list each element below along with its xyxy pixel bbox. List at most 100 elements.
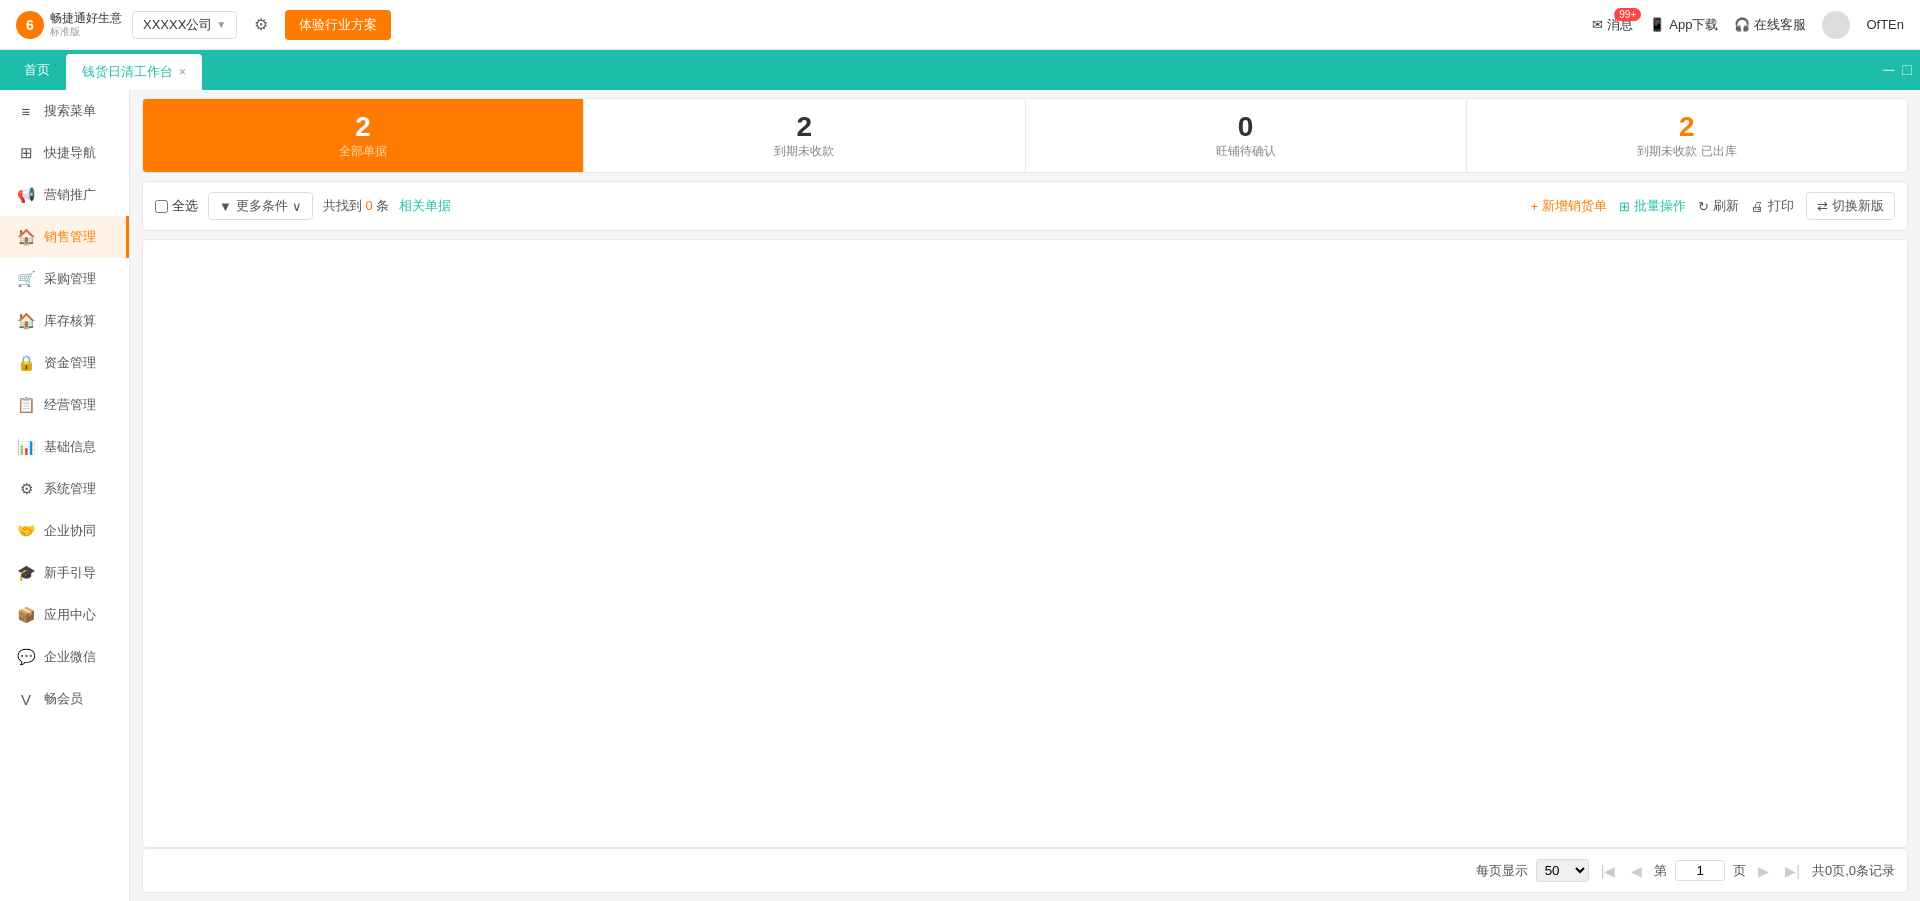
switch-new-version-button[interactable]: ⇄ 切换新版 <box>1806 192 1895 220</box>
per-page-select[interactable]: 10 20 50 100 <box>1536 859 1589 882</box>
sidebar-item-system[interactable]: ⚙ 系统管理 <box>0 468 129 510</box>
sidebar-guide-label: 新手引导 <box>44 564 96 582</box>
refresh-button[interactable]: ↻ 刷新 <box>1698 197 1739 215</box>
current-page-input[interactable] <box>1675 860 1725 881</box>
experience-button[interactable]: 体验行业方案 <box>285 10 391 40</box>
sales-icon: 🏠 <box>16 228 36 246</box>
sidebar-item-operation[interactable]: 📋 经营管理 <box>0 384 129 426</box>
sidebar-operation-label: 经营管理 <box>44 396 96 414</box>
add-sale-label: 新增销货单 <box>1542 197 1607 215</box>
print-label: 打印 <box>1768 197 1794 215</box>
page-label: 第 <box>1654 862 1667 880</box>
page-unit: 页 <box>1733 862 1746 880</box>
sidebar-item-purchase[interactable]: 🛒 采购管理 <box>0 258 129 300</box>
stats-bar: 2 全部单据 2 到期未收款 0 旺铺待确认 2 到期未收款 已出库 <box>142 98 1908 173</box>
pagination-bar: 每页显示 10 20 50 100 |◀ ◀ 第 页 ▶ ▶| 共0页,0条记录 <box>142 848 1908 893</box>
app-download-button[interactable]: 📱 App下载 <box>1649 16 1718 34</box>
app-name: 畅捷通好生意 <box>50 11 122 25</box>
sidebar-item-finance[interactable]: 🔒 资金管理 <box>0 342 129 384</box>
sidebar-finance-label: 资金管理 <box>44 354 96 372</box>
sidebar-item-basic-info[interactable]: 📊 基础信息 <box>0 426 129 468</box>
header-left: 6 畅捷通好生意 标准版 XXXXX公司 ▼ ⚙ 体验行业方案 <box>16 10 391 40</box>
select-all-input[interactable] <box>155 200 168 213</box>
tab-active-label: 钱货日清工作台 <box>82 63 173 81</box>
sidebar-system-label: 系统管理 <box>44 480 96 498</box>
table-area <box>142 239 1908 848</box>
sidebar-item-search[interactable]: ≡ 搜索菜单 <box>0 90 129 132</box>
stat-overdue-number: 2 <box>600 111 1008 143</box>
select-all-checkbox[interactable]: 全选 <box>155 197 198 215</box>
sidebar-item-inventory[interactable]: 🏠 库存核算 <box>0 300 129 342</box>
tab-home[interactable]: 首页 <box>8 50 66 90</box>
company-name: XXXXX公司 <box>143 16 212 34</box>
filter-button[interactable]: ▼ 更多条件 ∨ <box>208 192 313 220</box>
message-button[interactable]: ✉ 消息 99+ <box>1592 16 1633 34</box>
sidebar-item-member[interactable]: V 畅会员 <box>0 678 129 720</box>
company-selector[interactable]: XXXXX公司 ▼ <box>132 11 237 39</box>
sidebar-item-guide[interactable]: 🎓 新手引导 <box>0 552 129 594</box>
tab-close-icon[interactable]: × <box>179 65 186 79</box>
quick-nav-icon: ⊞ <box>16 144 36 162</box>
related-link[interactable]: 相关单据 <box>399 197 451 215</box>
avatar[interactable] <box>1822 11 1850 39</box>
content-area: 2 全部单据 2 到期未收款 0 旺铺待确认 2 到期未收款 已出库 全选 <box>130 90 1920 901</box>
batch-operation-button[interactable]: ⊞ 批量操作 <box>1619 197 1686 215</box>
sidebar-item-marketing[interactable]: 📢 营销推广 <box>0 174 129 216</box>
logo-area: 6 畅捷通好生意 标准版 <box>16 11 122 39</box>
purchase-icon: 🛒 <box>16 270 36 288</box>
top-header: 6 畅捷通好生意 标准版 XXXXX公司 ▼ ⚙ 体验行业方案 ✉ 消息 99+… <box>0 0 1920 50</box>
stat-card-all[interactable]: 2 全部单据 <box>143 99 584 172</box>
sidebar-item-sales[interactable]: 🏠 销售管理 <box>0 216 129 258</box>
table-empty-state <box>143 240 1907 847</box>
first-page-button[interactable]: |◀ <box>1597 861 1620 881</box>
sidebar-item-app-center[interactable]: 📦 应用中心 <box>0 594 129 636</box>
select-all-label: 全选 <box>172 197 198 215</box>
add-sale-button[interactable]: + 新增销货单 <box>1530 197 1607 215</box>
search-icon: ≡ <box>16 103 36 120</box>
sidebar-item-enterprise[interactable]: 🤝 企业协同 <box>0 510 129 552</box>
wechat-icon: 💬 <box>16 648 36 666</box>
refresh-label: 刷新 <box>1713 197 1739 215</box>
stat-shipped-number: 2 <box>1483 111 1891 143</box>
last-page-button[interactable]: ▶| <box>1781 861 1804 881</box>
sidebar-item-wechat[interactable]: 💬 企业微信 <box>0 636 129 678</box>
sidebar-sales-label: 销售管理 <box>44 228 96 246</box>
sidebar-basic-info-label: 基础信息 <box>44 438 96 456</box>
print-icon: 🖨 <box>1751 199 1764 214</box>
tab-active[interactable]: 钱货日清工作台 × <box>66 54 202 90</box>
sidebar-app-center-label: 应用中心 <box>44 606 96 624</box>
per-page-label: 每页显示 <box>1476 862 1528 880</box>
next-page-button[interactable]: ▶ <box>1754 861 1773 881</box>
print-button[interactable]: 🖨 打印 <box>1751 197 1794 215</box>
total-pages-text: 共0页,0条记录 <box>1812 862 1895 880</box>
settings-button[interactable]: ⚙ <box>247 11 275 39</box>
marketing-icon: 📢 <box>16 186 36 204</box>
batch-label: 批量操作 <box>1634 197 1686 215</box>
found-text: 共找到 0 条 <box>323 197 389 215</box>
username[interactable]: OfTEn <box>1866 17 1904 32</box>
prev-page-button[interactable]: ◀ <box>1627 861 1646 881</box>
tab-home-label: 首页 <box>24 61 50 79</box>
tab-minimize-icon[interactable]: ─ <box>1883 61 1894 79</box>
service-icon: 🎧 <box>1734 17 1750 32</box>
found-count: 0 <box>366 198 373 213</box>
stat-card-pending[interactable]: 0 旺铺待确认 <box>1026 99 1467 172</box>
sidebar-item-quick-nav[interactable]: ⊞ 快捷导航 <box>0 132 129 174</box>
sidebar-marketing-label: 营销推广 <box>44 186 96 204</box>
add-icon: + <box>1530 199 1538 214</box>
switch-icon: ⇄ <box>1817 199 1828 214</box>
logo-text: 畅捷通好生意 标准版 <box>50 11 122 37</box>
logo-icon: 6 <box>16 11 44 39</box>
stat-pending-label: 旺铺待确认 <box>1216 144 1276 158</box>
online-service-button[interactable]: 🎧 在线客服 <box>1734 16 1806 34</box>
stat-pending-number: 0 <box>1042 111 1450 143</box>
tab-maximize-icon[interactable]: □ <box>1902 61 1912 79</box>
sidebar-purchase-label: 采购管理 <box>44 270 96 288</box>
inventory-icon: 🏠 <box>16 312 36 330</box>
stat-card-shipped[interactable]: 2 到期未收款 已出库 <box>1467 99 1907 172</box>
stat-card-overdue[interactable]: 2 到期未收款 <box>584 99 1025 172</box>
tab-bar-actions: ─ □ <box>1883 61 1912 79</box>
header-right: ✉ 消息 99+ 📱 App下载 🎧 在线客服 OfTEn <box>1592 11 1904 39</box>
filter-arrow-icon: ∨ <box>292 199 302 214</box>
filter-label: 更多条件 <box>236 197 288 215</box>
